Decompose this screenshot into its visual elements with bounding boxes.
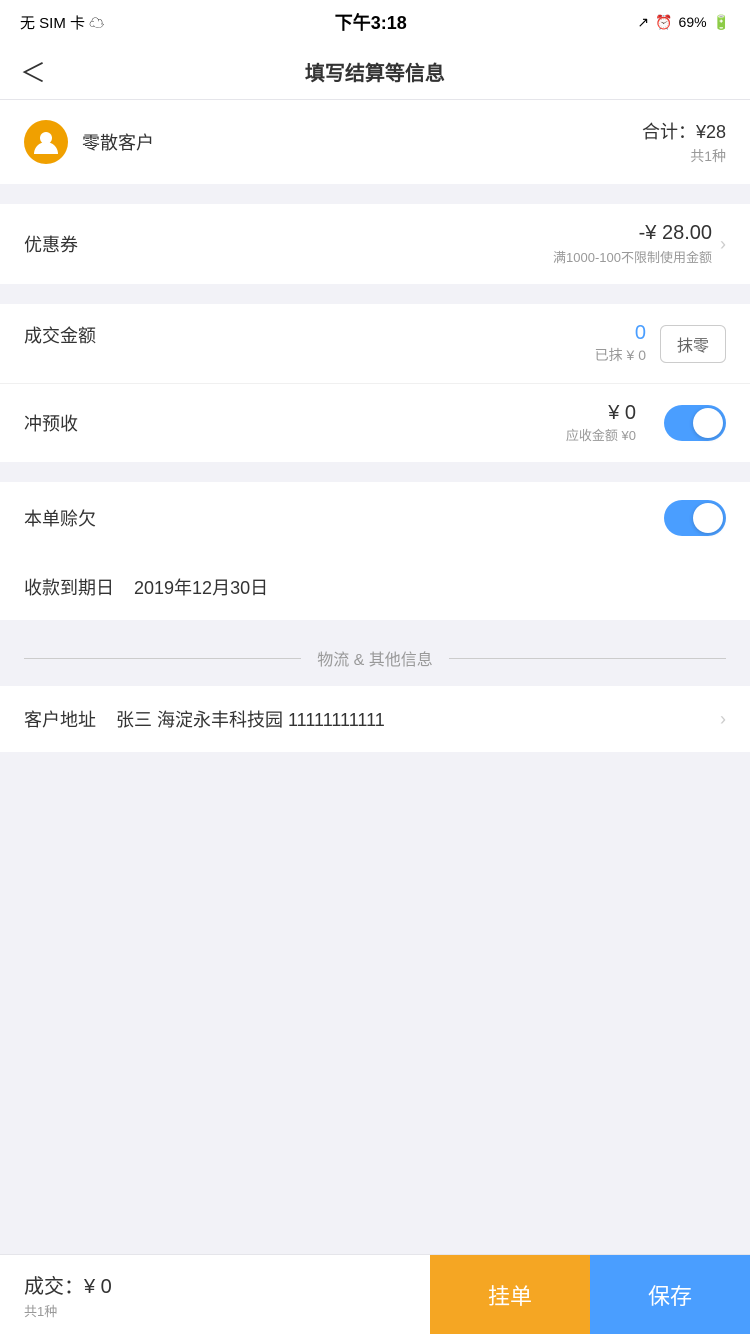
chong-middle: ¥ 0 应收金额 ¥0 [566,402,636,444]
coupon-amount: -¥ 28.00 [553,222,712,245]
chong-sub: 应收金额 ¥0 [566,425,636,444]
she-label: 本单赊欠 [24,505,96,531]
hang-button[interactable]: 挂单 [430,1255,590,1334]
she-section: 本单赊欠 收款到期日 2019年12月30日 [0,482,750,620]
customer-count: 共1种 [642,146,726,166]
battery-icon: 🔋 [713,14,730,31]
avatar [24,120,68,164]
chong-toggle[interactable] [664,405,726,441]
address-label: 客户地址 [24,706,96,732]
customer-left: 零散客户 [24,120,154,164]
nav-bar: ＜ 填写结算等信息 [0,44,750,100]
back-button[interactable]: ＜ [20,53,46,90]
date-row: 收款到期日 2019年12月30日 [0,554,750,620]
chengjiao-value-group: 0 已抹 ¥ 0 [595,322,646,365]
toggle-knob [693,408,723,438]
status-right: ↗ ⏰ 69% 🔋 [637,14,730,31]
header-line-left [24,658,301,659]
date-value: 2019年12月30日 [134,574,268,600]
bottom-chengjiao-value: ¥ 0 [84,1276,112,1298]
customer-total: 合计：¥28 [642,118,726,144]
chengjiao-label: 成交金额 [24,322,96,348]
bottom-count: 共1种 [24,1301,406,1320]
customer-row: 零散客户 合计：¥28 共1种 [0,100,750,184]
status-bar: 无 SIM 卡 ☁ 下午3:18 ↗ ⏰ 69% 🔋 [0,0,750,44]
chengjiao-right: 0 已抹 ¥ 0 抹零 [595,322,726,365]
chengjiao-sub: 已抹 ¥ 0 [595,345,646,365]
customer-section: 零散客户 合计：¥28 共1种 [0,100,750,184]
address-left: 客户地址 张三 海淀永丰科技园 11111111111 [24,706,385,732]
logistics-header-text: 物流 & 其他信息 [317,646,433,670]
empty-space [0,752,750,852]
coupon-row[interactable]: 优惠券 -¥ 28.00 满1000-100不限制使用金额 › [0,204,750,284]
bottom-summary: 成交：¥ 0 共1种 [0,1270,430,1320]
chengjiao-row: 成交金额 0 已抹 ¥ 0 抹零 [0,304,750,384]
transaction-section: 成交金额 0 已抹 ¥ 0 抹零 冲预收 ¥ 0 应收金额 ¥0 [0,304,750,462]
alarm-icon: ⏰ [655,14,672,31]
location-icon: ↗ [637,14,649,31]
coupon-desc: 满1000-100不限制使用金额 [553,247,712,266]
she-toggle[interactable] [664,500,726,536]
chong-right-group: ¥ 0 应收金额 ¥0 [566,402,726,444]
she-row: 本单赊欠 [0,482,750,554]
status-time: 下午3:18 [335,9,407,35]
bottom-bar: 成交：¥ 0 共1种 挂单 保存 [0,1254,750,1334]
round-zero-button[interactable]: 抹零 [660,325,726,363]
customer-name: 零散客户 [82,129,154,155]
address-value: 张三 海淀永丰科技园 11111111111 [116,706,385,732]
bottom-chengjiao-label: 成交： [24,1276,84,1298]
chevron-right-icon: › [720,234,726,255]
chong-label: 冲预收 [24,410,78,436]
chong-amount: ¥ 0 [608,402,636,425]
divider-1 [0,194,750,204]
chong-row: 冲预收 ¥ 0 应收金额 ¥0 [0,384,750,462]
customer-total-block: 合计：¥28 共1种 [642,118,726,166]
divider-3 [0,472,750,482]
page-title: 填写结算等信息 [305,57,445,86]
save-button[interactable]: 保存 [590,1255,750,1334]
coupon-section: 优惠券 -¥ 28.00 满1000-100不限制使用金额 › [0,204,750,284]
divider-2 [0,294,750,304]
coupon-info: -¥ 28.00 满1000-100不限制使用金额 [553,222,712,266]
coupon-label: 优惠券 [24,231,78,257]
address-row[interactable]: 客户地址 张三 海淀永丰科技园 11111111111 › [0,686,750,752]
battery-label: 69% [679,14,707,30]
chengjiao-value: 0 [635,322,646,345]
she-toggle-knob [693,503,723,533]
bottom-chengjiao: 成交：¥ 0 [24,1270,406,1299]
header-line-right [449,658,726,659]
logistics-header: 物流 & 其他信息 [0,630,750,686]
date-label: 收款到期日 [24,574,114,600]
coupon-right: -¥ 28.00 满1000-100不限制使用金额 › [553,222,726,266]
address-chevron-icon: › [720,709,726,730]
status-left: 无 SIM 卡 ☁ [20,12,104,33]
sim-label: 无 SIM 卡 ☁ [20,12,104,33]
